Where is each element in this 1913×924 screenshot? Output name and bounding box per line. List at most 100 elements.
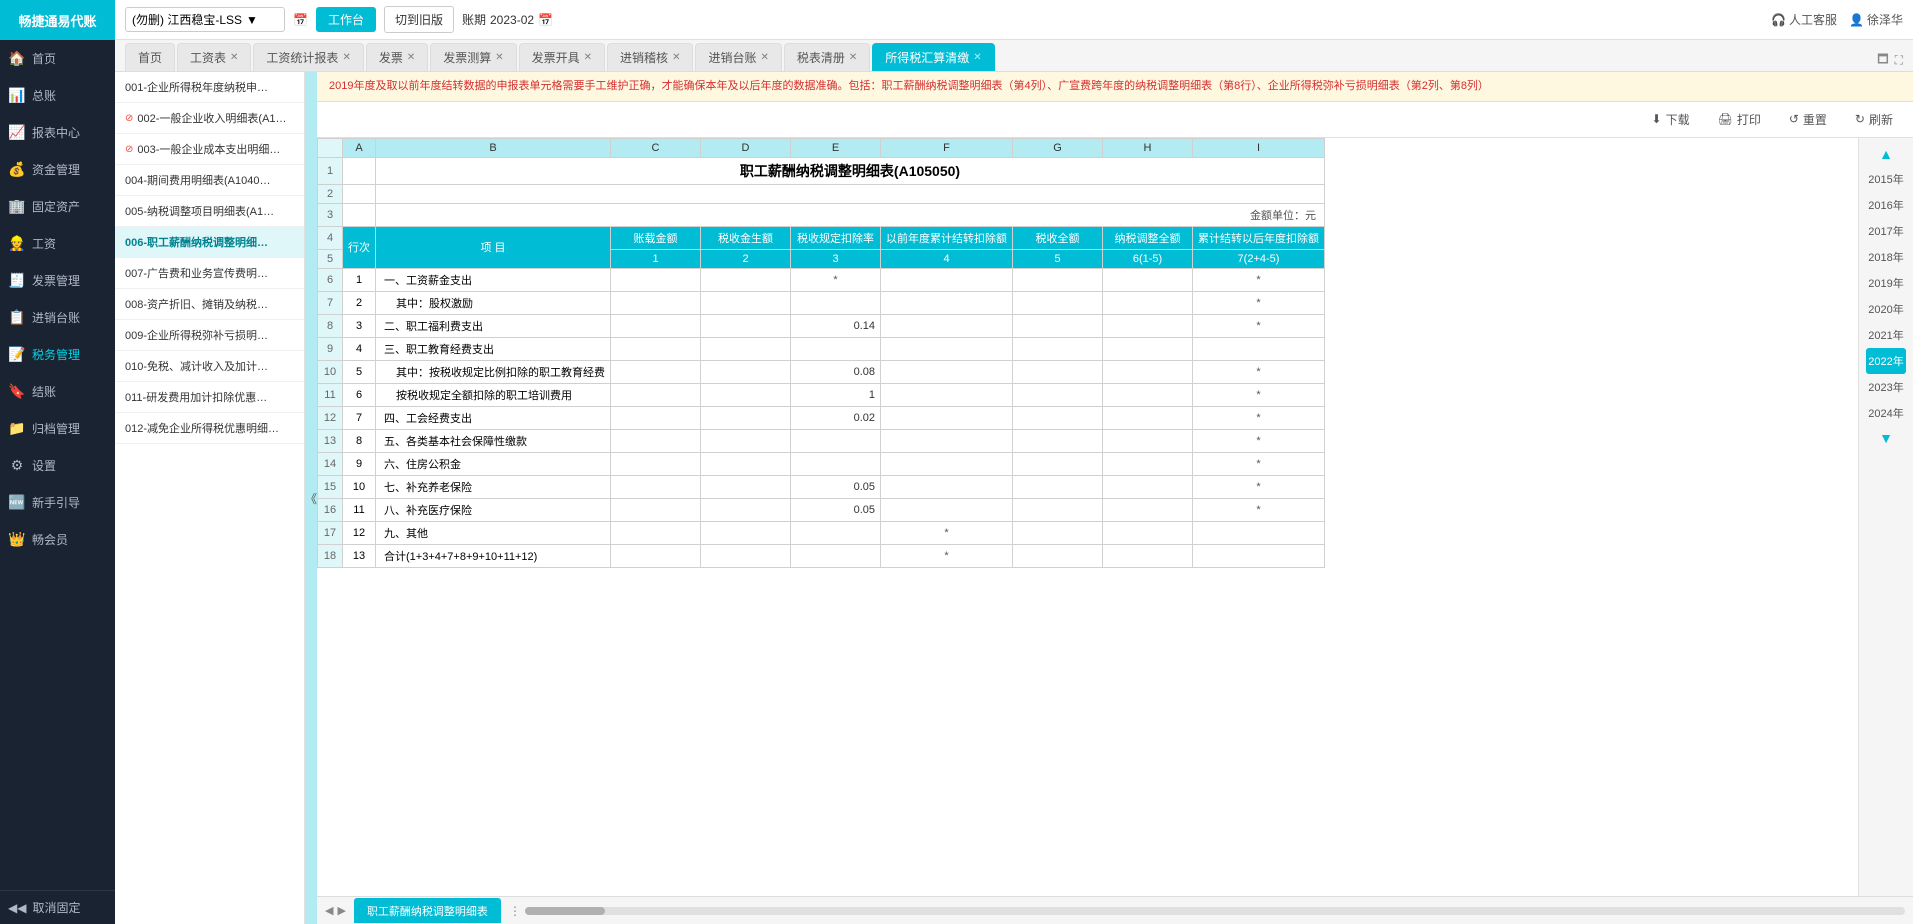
tab-purchase-audit-close[interactable]: ✕ — [672, 52, 680, 63]
sidebar-item-invoice[interactable]: 🧾 发票管理 — [0, 262, 115, 299]
year-scroll-up[interactable]: ▲ — [1866, 142, 1906, 166]
sidebar-item-assets[interactable]: 🏢 固定资产 — [0, 188, 115, 225]
year-2021[interactable]: 2021年 — [1866, 322, 1906, 348]
sheet-area[interactable]: A B C D E F G H I — [317, 138, 1858, 897]
sidebar-item-guide[interactable]: 🆕 新手引导 — [0, 484, 115, 521]
sidebar-item-invoice-label: 发票管理 — [32, 272, 80, 289]
year-2018[interactable]: 2018年 — [1866, 244, 1906, 270]
closing-icon: 🔖 — [8, 383, 26, 400]
download-button[interactable]: ⬇ 下载 — [1644, 108, 1698, 131]
sidebar-item-sales[interactable]: 📋 进销台账 — [0, 299, 115, 336]
col-d: D — [701, 138, 791, 157]
user-icon: 👤 — [1849, 13, 1864, 27]
tab-purchase-ledger-close[interactable]: ✕ — [760, 52, 768, 63]
period-icon[interactable]: 📅 — [538, 13, 553, 27]
content-area: 001-企业所得税年度纳税申… ⊘ 002-一般企业收入明细表(A1… ⊘ 00… — [115, 72, 1913, 924]
tab-payroll[interactable]: 工资表 ✕ — [177, 43, 251, 71]
left-item-6[interactable]: 007-广告费和业务宣传费明… — [115, 258, 304, 289]
print-button[interactable]: 🖨 打印 — [1710, 108, 1769, 131]
sidebar-item-member[interactable]: 👑 畅会员 — [0, 521, 115, 558]
year-2024[interactable]: 2024年 — [1866, 400, 1906, 426]
tab-purchase-audit[interactable]: 进销稽核 ✕ — [607, 43, 693, 71]
sidebar-item-settings[interactable]: ⚙ 设置 — [0, 447, 115, 484]
left-item-3[interactable]: 004-期间费用明细表(A1040… — [115, 165, 304, 196]
tab-tax-settlement-close[interactable]: ✕ — [973, 52, 981, 63]
assets-icon: 🏢 — [8, 198, 26, 215]
reset-label: 重置 — [1803, 111, 1827, 128]
tab-payroll-stats-close[interactable]: ✕ — [342, 52, 350, 63]
tab-purchase-ledger-label: 进销台账 — [708, 49, 756, 66]
tab-invoice-calc[interactable]: 发票测算 ✕ — [430, 43, 516, 71]
sidebar: 畅捷通易代账 🏠 首页 📊 总账 📈 报表中心 💰 资金管理 🏢 固定资产 👷 … — [0, 0, 115, 924]
left-item-4[interactable]: 005-纳税调整项目明细表(A1… — [115, 196, 304, 227]
year-2017[interactable]: 2017年 — [1866, 218, 1906, 244]
unit-cell: 金额单位：元 — [376, 203, 1325, 226]
sidebar-item-archive[interactable]: 📁 归档管理 — [0, 410, 115, 447]
tab-invoice-issue[interactable]: 发票开具 ✕ — [519, 43, 605, 71]
sheet-tab-menu[interactable]: ⋮ — [509, 904, 521, 918]
sidebar-item-home[interactable]: 🏠 首页 — [0, 40, 115, 77]
left-item-9[interactable]: 010-免税、减计收入及加计… — [115, 351, 304, 382]
refresh-icon: ↻ — [1855, 112, 1865, 126]
left-item-7[interactable]: 008-资产折旧、摊销及纳税… — [115, 289, 304, 320]
workbench-button[interactable]: 工作台 — [316, 7, 376, 32]
sheet-nav-right[interactable]: ▶ — [337, 904, 345, 917]
tab-tax-register-label: 税表清册 — [797, 49, 845, 66]
year-2022[interactable]: 2022年 — [1866, 348, 1906, 374]
left-item-1[interactable]: ⊘ 002-一般企业收入明细表(A1… — [115, 103, 304, 134]
sidebar-item-payroll[interactable]: 👷 工资 — [0, 225, 115, 262]
refresh-button[interactable]: ↻ 刷新 — [1847, 108, 1901, 131]
tab-maximize-icon[interactable]: ⛶ — [1895, 53, 1903, 68]
year-2015[interactable]: 2015年 — [1866, 166, 1906, 192]
col-letter-row: A B C D E F G H I — [318, 138, 1325, 157]
year-2019[interactable]: 2019年 — [1866, 270, 1906, 296]
sidebar-item-funds[interactable]: 💰 资金管理 — [0, 151, 115, 188]
year-2016[interactable]: 2016年 — [1866, 192, 1906, 218]
tab-invoice-calc-close[interactable]: ✕ — [495, 52, 503, 63]
left-item-8[interactable]: 009-企业所得税弥补亏损明… — [115, 320, 304, 351]
tab-invoice-issue-close[interactable]: ✕ — [584, 52, 592, 63]
left-item-10[interactable]: 011-研发费用加计扣除优惠… — [115, 382, 304, 413]
panel-collapse-button[interactable]: 《 — [305, 72, 317, 924]
year-scroll-down[interactable]: ▼ — [1866, 426, 1906, 450]
table-row: 6 1 一、工资薪金支出 * * — [318, 268, 1325, 291]
sub-header-4: 4 — [881, 249, 1013, 268]
customer-service-btn[interactable]: 🎧 人工客服 — [1771, 11, 1837, 28]
sidebar-item-reports[interactable]: 📈 报表中心 — [0, 114, 115, 151]
switch-button[interactable]: 切到旧版 — [384, 6, 454, 33]
tab-minimize-icon[interactable]: 🗖 — [1877, 50, 1888, 71]
sidebar-item-tax[interactable]: 📝 税务管理 — [0, 336, 115, 373]
sidebar-item-general-ledger[interactable]: 📊 总账 — [0, 77, 115, 114]
left-item-11[interactable]: 012-减免企业所得税优惠明细… — [115, 413, 304, 444]
sales-icon: 📋 — [8, 309, 26, 326]
left-item-2[interactable]: ⊘ 003-一般企业成本支出明细… — [115, 134, 304, 165]
user-avatar[interactable]: 👤 徐泽华 — [1849, 11, 1903, 28]
tab-payroll-stats[interactable]: 工资统计报表 ✕ — [253, 43, 363, 71]
sidebar-item-closing[interactable]: 🔖 结账 — [0, 373, 115, 410]
tab-invoice-close[interactable]: ✕ — [407, 52, 415, 63]
download-label: 下载 — [1666, 111, 1690, 128]
unpin-button[interactable]: ◀◀ 取消固定 — [0, 891, 115, 924]
sheet-tab-main[interactable]: 职工薪酬纳税调整明细表 — [354, 898, 501, 923]
sub-header-3: 3 — [791, 249, 881, 268]
left-item-0[interactable]: 001-企业所得税年度纳税申… — [115, 72, 304, 103]
sidebar-item-archive-label: 归档管理 — [32, 420, 80, 437]
sheet-nav-left[interactable]: ◀ — [325, 904, 333, 917]
year-2023[interactable]: 2023年 — [1866, 374, 1906, 400]
left-item-5[interactable]: 006-职工薪酬纳税调整明细… — [115, 227, 304, 258]
tab-tax-settlement[interactable]: 所得税汇算清缴 ✕ — [872, 43, 994, 71]
tab-payroll-close[interactable]: ✕ — [230, 52, 238, 63]
tab-tax-register-close[interactable]: ✕ — [849, 52, 857, 63]
sidebar-item-home-label: 首页 — [32, 50, 56, 67]
left-item-7-label: 008-资产折旧、摊销及纳税… — [125, 296, 268, 312]
tab-tax-register[interactable]: 税表清册 ✕ — [784, 43, 870, 71]
refresh-label: 刷新 — [1869, 111, 1893, 128]
tab-invoice[interactable]: 发票 ✕ — [366, 43, 428, 71]
tab-home[interactable]: 首页 — [125, 43, 175, 71]
reset-button[interactable]: ↺ 重置 — [1781, 108, 1835, 131]
header-tax-rate: 税收规定扣除率 — [791, 226, 881, 249]
year-2020[interactable]: 2020年 — [1866, 296, 1906, 322]
company-selector[interactable]: (勿删) 江西稳宝-LSS ▼ — [125, 7, 285, 32]
tab-purchase-ledger[interactable]: 进销台账 ✕ — [695, 43, 781, 71]
sheet-tab-bar: ◀ ▶ 职工薪酬纳税调整明细表 ⋮ — [317, 896, 1913, 924]
